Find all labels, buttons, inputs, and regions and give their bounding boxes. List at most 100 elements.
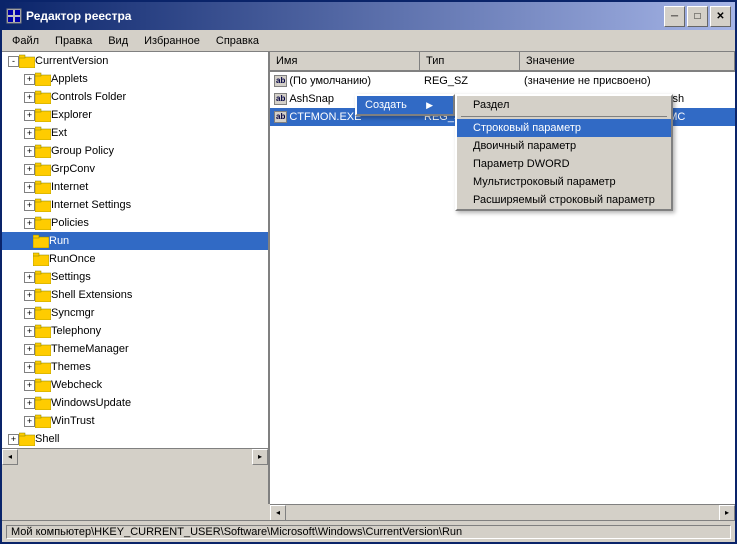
minimize-button[interactable]: ─ [664, 6, 685, 27]
tree-label: Syncmgr [51, 307, 94, 319]
expand-internet[interactable]: + [24, 182, 35, 193]
tree-pane-wrapper: - CurrentVersion + Apple [2, 52, 270, 504]
maximize-button[interactable]: □ [687, 6, 708, 27]
tree-item-webcheck[interactable]: + Webcheck [2, 376, 268, 394]
tree-label-run: Run [49, 235, 69, 247]
expand-shell-extensions[interactable]: + [24, 290, 35, 301]
tree-scroll-left[interactable]: ◂ [2, 449, 18, 465]
tree-item-syncmgr[interactable]: + Syncmgr [2, 304, 268, 322]
title-bar: Редактор реестра ─ □ ✕ [2, 2, 735, 30]
expand-settings[interactable]: + [24, 272, 35, 283]
tree-item-explorer[interactable]: + Explorer [2, 106, 268, 124]
folder-icon [35, 162, 51, 176]
tree-pane: - CurrentVersion + Apple [2, 52, 270, 448]
context-menu-container: Создать ▶ Раздел Строковый параметр Двои… [355, 94, 673, 211]
window-controls: ─ □ ✕ [664, 6, 731, 27]
tree-label: WinTrust [51, 415, 95, 427]
status-bar: Мой компьютер\HKEY_CURRENT_USER\Software… [2, 520, 735, 542]
tree-item-internet-settings[interactable]: + Internet Settings [2, 196, 268, 214]
tree-item-runonce[interactable]: RunOnce [2, 250, 268, 268]
folder-icon [35, 270, 51, 284]
tree-item-controls[interactable]: + Controls Folder [2, 88, 268, 106]
tree-label: Group Policy [51, 145, 114, 157]
right-pane: Имя Тип Значение ab (По умолчанию) REG_S… [270, 52, 735, 504]
tree-scroll-right[interactable]: ▸ [252, 449, 268, 465]
tree-item-themes[interactable]: + Themes [2, 358, 268, 376]
right-scroll-left[interactable]: ◂ [270, 505, 286, 521]
ab-icon: ab [274, 93, 287, 105]
expand-grouppolicy[interactable]: + [24, 146, 35, 157]
tree-item-run[interactable]: Run [2, 232, 268, 250]
folder-icon [35, 396, 51, 410]
root-expand[interactable]: - [8, 56, 19, 67]
folder-icon [35, 414, 51, 428]
submenu-item-0[interactable]: Строковый параметр [457, 119, 671, 137]
tree-label: Controls Folder [51, 91, 126, 103]
menu-file[interactable]: Файл [4, 33, 47, 49]
folder-icon-run [33, 234, 49, 248]
close-button[interactable]: ✕ [710, 6, 731, 27]
expand-syncmgr[interactable]: + [24, 308, 35, 319]
right-scroll-right[interactable]: ▸ [719, 505, 735, 521]
app-icon [6, 8, 22, 24]
tree-item-shell-extensions[interactable]: + Shell Extensions [2, 286, 268, 304]
tree-item-grouppolicy[interactable]: + Group Policy [2, 142, 268, 160]
column-header: Имя Тип Значение [270, 52, 735, 72]
tree-label: WindowsUpdate [51, 397, 131, 409]
tree-root[interactable]: - CurrentVersion [2, 52, 268, 70]
tree-item-applets[interactable]: + Applets [2, 70, 268, 88]
ab-icon: ab [274, 75, 287, 87]
tree-scroll[interactable]: - CurrentVersion + Apple [2, 52, 268, 448]
menu-favorites[interactable]: Избранное [136, 33, 208, 49]
folder-icon [35, 180, 51, 194]
create-menu-item[interactable]: Создать ▶ [357, 96, 453, 114]
expand-thememanager[interactable]: + [24, 344, 35, 355]
table-row[interactable]: ab (По умолчанию) REG_SZ (значение не пр… [270, 72, 735, 90]
tree-item-internet[interactable]: + Internet [2, 178, 268, 196]
tree-label: Telephony [51, 325, 101, 337]
tree-item-grpconv[interactable]: + GrpConv [2, 160, 268, 178]
expand-policies[interactable]: + [24, 218, 35, 229]
tree-item-policies[interactable]: + Policies [2, 214, 268, 232]
bottom-scrollbar[interactable]: ◂ ▸ [270, 504, 735, 520]
pane-wrapper: - CurrentVersion + Apple [2, 52, 735, 520]
tree-item-ext[interactable]: + Ext [2, 124, 268, 142]
tree-label: Applets [51, 73, 88, 85]
right-scroll-track[interactable] [286, 506, 719, 520]
expand-windowsupdate[interactable]: + [24, 398, 35, 409]
expand-explorer[interactable]: + [24, 110, 35, 121]
expand-grpconv[interactable]: + [24, 164, 35, 175]
tree-label: GrpConv [51, 163, 95, 175]
tree-item-thememanager[interactable]: + ThemeManager [2, 340, 268, 358]
tree-scroll-track[interactable] [18, 450, 252, 464]
tree-item-telephony[interactable]: + Telephony [2, 322, 268, 340]
cell-type-0: REG_SZ [420, 74, 520, 88]
submenu-item-1[interactable]: Двоичный параметр [457, 137, 671, 155]
menu-help[interactable]: Справка [208, 33, 267, 49]
tree-item-windowsupdate[interactable]: + WindowsUpdate [2, 394, 268, 412]
expand-applets[interactable]: + [24, 74, 35, 85]
menu-view[interactable]: Вид [100, 33, 136, 49]
submenu-item-4[interactable]: Расширяемый строковый параметр [457, 191, 671, 209]
expand-ext[interactable]: + [24, 128, 35, 139]
submenu-item-razdel[interactable]: Раздел [457, 96, 671, 114]
tree-label: Shell Extensions [51, 289, 132, 301]
tree-item-settings[interactable]: + Settings [2, 268, 268, 286]
expand-wintrust[interactable]: + [24, 416, 35, 427]
expand-telephony[interactable]: + [24, 326, 35, 337]
expand-controls[interactable]: + [24, 92, 35, 103]
expand-webcheck[interactable]: + [24, 380, 35, 391]
menu-bar: Файл Правка Вид Избранное Справка [2, 30, 735, 52]
tree-label: Settings [51, 271, 91, 283]
submenu-item-3[interactable]: Мультистроковый параметр [457, 173, 671, 191]
tree-item-wintrust[interactable]: + WinTrust [2, 412, 268, 430]
tree-item-shell[interactable]: + Shell [2, 430, 268, 448]
submenu-item-2[interactable]: Параметр DWORD [457, 155, 671, 173]
folder-icon-root [19, 54, 35, 68]
menu-edit[interactable]: Правка [47, 33, 100, 49]
expand-internet-settings[interactable]: + [24, 200, 35, 211]
expand-shell[interactable]: + [8, 434, 19, 445]
expand-themes[interactable]: + [24, 362, 35, 373]
status-text: Мой компьютер\HKEY_CURRENT_USER\Software… [6, 525, 731, 539]
tree-h-scrollbar[interactable]: ◂ ▸ [2, 448, 268, 464]
